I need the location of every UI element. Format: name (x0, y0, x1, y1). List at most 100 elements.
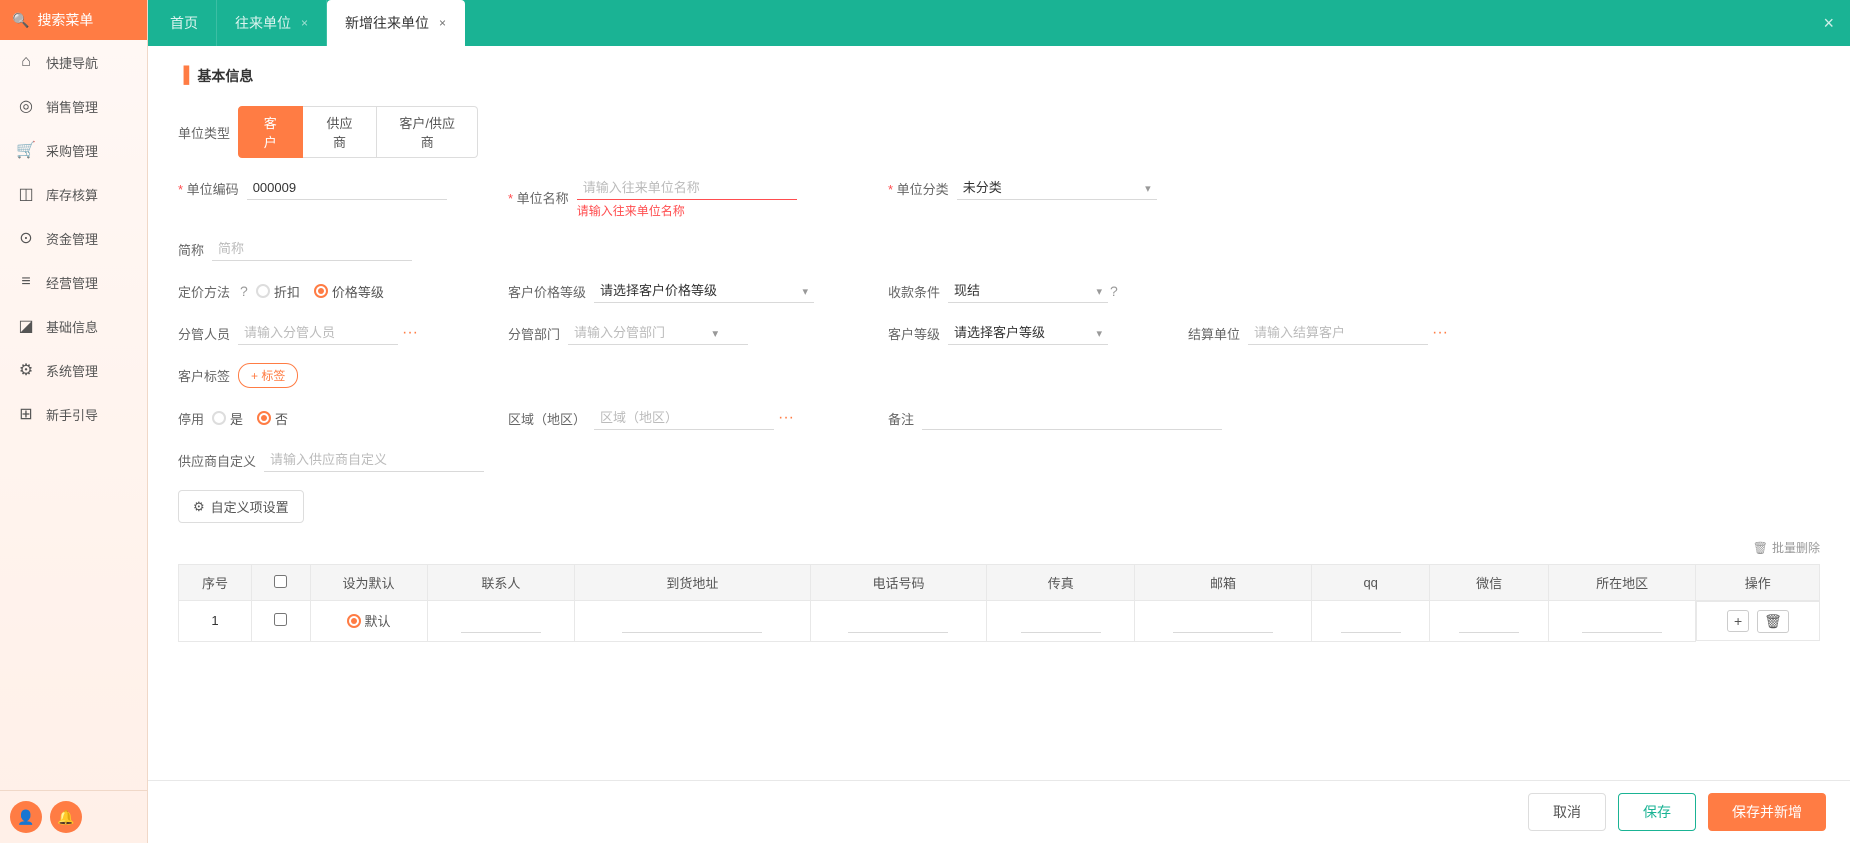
sidebar-item-sales[interactable]: ◎ 销售管理 (0, 84, 147, 128)
table-header-row: 序号 设为默认 联系人 到货地址 电话号码 传真 邮箱 qq 微信 所在地区 操… (179, 565, 1820, 601)
save-button[interactable]: 保存 (1618, 793, 1696, 831)
row-default-label: 默认 (365, 611, 391, 630)
col-header-action: 操作 (1696, 565, 1820, 601)
tab-new-contact-close[interactable]: × (439, 16, 446, 30)
payment-terms-select[interactable]: 现结 (948, 279, 1108, 303)
unit-category-select[interactable]: 未分类 (957, 176, 1157, 200)
manager-more-btn[interactable]: ··· (398, 324, 422, 342)
disabled-yes-option[interactable]: 是 (212, 409, 243, 428)
custom-settings-button[interactable]: ⚙ 自定义项设置 (178, 490, 304, 523)
note-input[interactable] (922, 406, 1222, 430)
tab-bar: 首页 往来单位 × 新增往来单位 × × (148, 0, 1850, 46)
sidebar-item-label: 销售管理 (46, 97, 98, 116)
row-delete-button[interactable]: 🗑 (1757, 610, 1789, 633)
row-fax-input[interactable] (1021, 609, 1101, 633)
row-qq-input[interactable] (1341, 609, 1401, 633)
disabled-yes-label: 是 (230, 409, 243, 428)
basic-icon: ◪ (16, 316, 36, 336)
row-action-cell: + 🗑 (1696, 601, 1819, 641)
sidebar-item-basic[interactable]: ◪ 基础信息 (0, 304, 147, 348)
unit-category-item: 单位分类 未分类 (888, 176, 1238, 200)
window-close-button[interactable]: × (1807, 13, 1850, 34)
pricing-discount-option[interactable]: 折扣 (256, 282, 300, 301)
add-tag-label: + 标签 (251, 367, 285, 384)
cancel-button[interactable]: 取消 (1528, 793, 1606, 831)
unit-name-input[interactable] (577, 176, 797, 200)
add-tag-button[interactable]: + 标签 (238, 363, 298, 388)
sidebar-item-operations[interactable]: ≡ 经营管理 (0, 260, 147, 304)
table-body: 1 默认 (179, 601, 1820, 642)
inventory-icon: ◫ (16, 184, 36, 204)
sidebar-item-finance[interactable]: ⊙ 资金管理 (0, 216, 147, 260)
sidebar-item-quick-nav[interactable]: ⌂ 快捷导航 (0, 40, 147, 84)
type-btn-both[interactable]: 客户/供应商 (377, 106, 478, 158)
manager-input[interactable] (238, 321, 398, 345)
col-header-checkbox (252, 565, 310, 601)
sidebar-item-purchase[interactable]: 🛒 采购管理 (0, 128, 147, 172)
payment-terms-help-icon[interactable]: ? (1110, 283, 1118, 299)
tab-contacts-close[interactable]: × (301, 16, 308, 30)
tag-item: 客户标签 + 标签 (178, 363, 298, 388)
section-title-icon: ▐ (178, 67, 189, 85)
customer-price-select-wrapper: 请选择客户价格等级 (594, 279, 814, 303)
area-input[interactable] (594, 406, 774, 430)
col-header-address: 到货地址 (575, 565, 810, 601)
row-address-input[interactable] (622, 609, 762, 633)
disabled-no-option[interactable]: 否 (257, 409, 288, 428)
customer-price-item: 客户价格等级 请选择客户价格等级 (508, 279, 888, 303)
table-header: 序号 设为默认 联系人 到货地址 电话号码 传真 邮箱 qq 微信 所在地区 操… (179, 565, 1820, 601)
sidebar-item-inventory[interactable]: ◫ 库存核算 (0, 172, 147, 216)
batch-delete-button[interactable]: 🗑 批量删除 (1753, 539, 1820, 556)
tab-home[interactable]: 首页 (152, 0, 217, 46)
settlement-input[interactable] (1248, 321, 1428, 345)
row-checkbox[interactable] (274, 613, 287, 626)
sidebar-search[interactable]: 🔍 搜索菜单 (0, 0, 147, 40)
unit-code-input[interactable] (247, 176, 447, 200)
unit-code-label: 单位编码 (178, 179, 239, 198)
search-icon: 🔍 (12, 12, 29, 29)
select-all-checkbox[interactable] (274, 575, 287, 588)
col-header-phone: 电话号码 (810, 565, 987, 601)
unit-name-item: 单位名称 请输入往来单位名称 (508, 176, 888, 219)
type-btn-supplier[interactable]: 供应商 (303, 106, 378, 158)
row-qq-cell (1311, 601, 1429, 642)
area-item: 区域（地区） ··· (508, 406, 888, 430)
row-add-button[interactable]: + (1727, 610, 1749, 632)
row-phone-input[interactable] (848, 609, 948, 633)
sidebar-notification[interactable]: 🔔 (50, 801, 82, 833)
col-header-contact: 联系人 (427, 565, 575, 601)
settlement-more-btn[interactable]: ··· (1428, 324, 1452, 342)
sidebar-item-system[interactable]: ⚙ 系统管理 (0, 348, 147, 392)
customer-price-label: 客户价格等级 (508, 282, 586, 301)
unit-type-item: 单位类型 客户 供应商 客户/供应商 (178, 106, 478, 158)
pricing-level-option[interactable]: 价格等级 (314, 282, 384, 301)
pricing-help-icon[interactable]: ? (240, 283, 248, 299)
tab-new-contact[interactable]: 新增往来单位 × (327, 0, 465, 46)
customer-level-select[interactable]: 请选择客户等级 (948, 321, 1108, 345)
unit-code-item: 单位编码 (178, 176, 508, 200)
row-email-input[interactable] (1173, 609, 1273, 633)
row-default-cell: 默认 (310, 601, 427, 642)
row-contact-cell (427, 601, 575, 642)
short-name-label: 简称 (178, 240, 204, 259)
supplier-custom-row: 供应商自定义 (178, 448, 1820, 472)
tab-contacts[interactable]: 往来单位 × (217, 0, 327, 46)
area-more-btn[interactable]: ··· (774, 409, 798, 427)
main-area: 首页 往来单位 × 新增往来单位 × × ▐ 基本信息 单位类型 客户 供应商 … (148, 0, 1850, 843)
row-contact-input[interactable] (461, 609, 541, 633)
customer-price-select[interactable]: 请选择客户价格等级 (594, 279, 814, 303)
row-area-input[interactable] (1582, 609, 1662, 633)
settlement-item: 结算单位 ··· (1188, 321, 1820, 345)
sidebar: 🔍 搜索菜单 ⌂ 快捷导航 ◎ 销售管理 🛒 采购管理 ◫ 库存核算 ⊙ 资金管… (0, 0, 148, 843)
department-input[interactable] (568, 321, 748, 345)
sidebar-avatar[interactable]: 👤 (10, 801, 42, 833)
short-name-input[interactable] (212, 237, 412, 261)
save-new-button[interactable]: 保存并新增 (1708, 793, 1826, 831)
short-name-row: 简称 (178, 237, 1820, 261)
col-header-fax: 传真 (987, 565, 1135, 601)
row-wechat-input[interactable] (1459, 609, 1519, 633)
row-default-radio-item[interactable]: 默认 (321, 611, 417, 630)
type-btn-customer[interactable]: 客户 (238, 106, 303, 158)
supplier-custom-input[interactable] (264, 448, 484, 472)
sidebar-item-guide[interactable]: ⊞ 新手引导 (0, 392, 147, 436)
